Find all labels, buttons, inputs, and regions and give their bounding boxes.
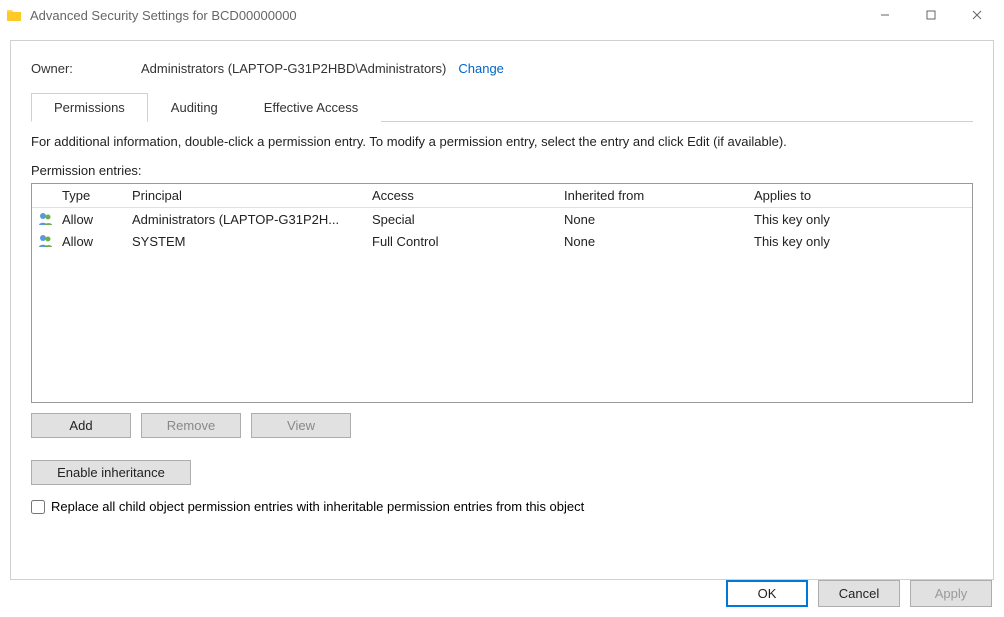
users-icon (38, 233, 54, 249)
table-header: Type Principal Access Inherited from App… (32, 184, 972, 208)
entry-button-row: Add Remove View (31, 413, 973, 438)
permission-entries-label: Permission entries: (31, 163, 973, 178)
cell-access: Full Control (372, 234, 564, 249)
window-title: Advanced Security Settings for BCD000000… (30, 8, 862, 23)
cancel-button[interactable]: Cancel (818, 580, 900, 607)
replace-checkbox-label: Replace all child object permission entr… (51, 499, 584, 514)
header-type[interactable]: Type (62, 188, 132, 203)
cell-type: Allow (62, 212, 132, 227)
owner-label: Owner: (31, 61, 141, 76)
cell-principal: SYSTEM (132, 234, 372, 249)
view-button[interactable]: View (251, 413, 351, 438)
minimize-button[interactable] (862, 0, 908, 30)
cell-type: Allow (62, 234, 132, 249)
cell-principal: Administrators (LAPTOP-G31P2H... (132, 212, 372, 227)
replace-checkbox[interactable] (31, 500, 45, 514)
permission-table: Type Principal Access Inherited from App… (31, 183, 973, 403)
users-icon (38, 211, 54, 227)
ok-button[interactable]: OK (726, 580, 808, 607)
cell-applies: This key only (754, 212, 972, 227)
cell-applies: This key only (754, 234, 972, 249)
inheritance-row: Enable inheritance (31, 460, 973, 485)
add-button[interactable]: Add (31, 413, 131, 438)
apply-button[interactable]: Apply (910, 580, 992, 607)
owner-row: Owner: Administrators (LAPTOP-G31P2HBD\A… (31, 61, 973, 76)
table-row[interactable]: Allow SYSTEM Full Control None This key … (32, 230, 972, 252)
header-inherited[interactable]: Inherited from (564, 188, 754, 203)
change-owner-link[interactable]: Change (458, 61, 504, 76)
header-principal[interactable]: Principal (132, 188, 372, 203)
replace-checkbox-row: Replace all child object permission entr… (31, 499, 973, 514)
table-row[interactable]: Allow Administrators (LAPTOP-G31P2H... S… (32, 208, 972, 230)
header-applies[interactable]: Applies to (754, 188, 972, 203)
content-frame: Owner: Administrators (LAPTOP-G31P2HBD\A… (10, 40, 994, 580)
close-button[interactable] (954, 0, 1000, 30)
tab-auditing[interactable]: Auditing (148, 93, 241, 122)
folder-icon (6, 7, 22, 23)
remove-button[interactable]: Remove (141, 413, 241, 438)
tab-strip: Permissions Auditing Effective Access (31, 92, 973, 122)
cell-inherited: None (564, 234, 754, 249)
cell-access: Special (372, 212, 564, 227)
maximize-button[interactable] (908, 0, 954, 30)
tab-permissions[interactable]: Permissions (31, 93, 148, 122)
tab-effective-access[interactable]: Effective Access (241, 93, 381, 122)
info-text: For additional information, double-click… (31, 134, 973, 149)
cell-inherited: None (564, 212, 754, 227)
dialog-footer: OK Cancel Apply (726, 580, 992, 607)
titlebar: Advanced Security Settings for BCD000000… (0, 0, 1004, 30)
enable-inheritance-button[interactable]: Enable inheritance (31, 460, 191, 485)
owner-value: Administrators (LAPTOP-G31P2HBD\Administ… (141, 61, 446, 76)
header-access[interactable]: Access (372, 188, 564, 203)
